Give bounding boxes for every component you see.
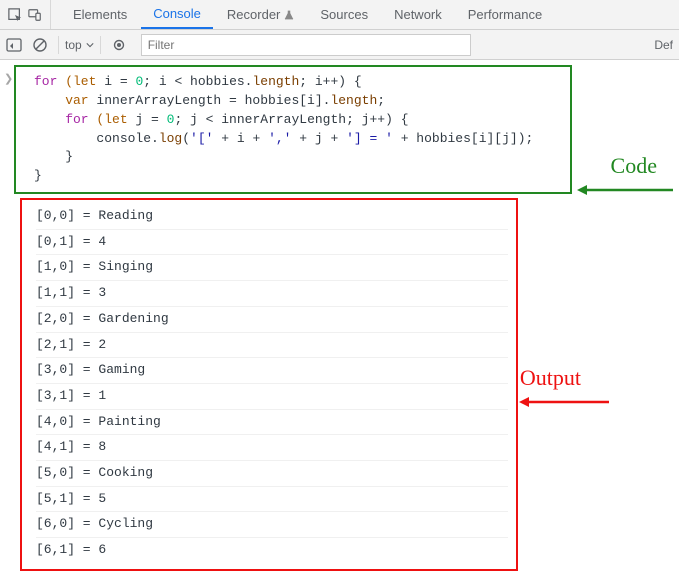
console-log-line: [6,0] = Cycling	[36, 512, 508, 538]
arrow-left-icon	[519, 395, 609, 409]
arrow-left-icon	[577, 183, 673, 197]
devtools-topbar: Elements Console Recorder Sources Networ…	[0, 0, 679, 30]
execution-context-selector[interactable]: top	[58, 36, 101, 54]
console-toolbar: top Def	[0, 30, 679, 60]
annotation-label-code: Code	[611, 153, 657, 179]
filter-input[interactable]	[148, 38, 464, 52]
console-log-line: [5,0] = Cooking	[36, 461, 508, 487]
console-log-line: [0,0] = Reading	[36, 204, 508, 230]
tab-console[interactable]: Console	[141, 0, 213, 29]
console-log-line: [2,0] = Gardening	[36, 307, 508, 333]
console-log-line: [4,1] = 8	[36, 435, 508, 461]
tab-network[interactable]: Network	[382, 0, 454, 29]
live-expression-icon[interactable]	[111, 37, 127, 53]
code-annotation-box: ❯ for (let i = 0; i < hobbies.length; i+…	[14, 65, 572, 194]
output-annotation-box: [0,0] = Reading [0,1] = 4 [1,0] = Singin…	[20, 198, 518, 571]
tab-recorder-label: Recorder	[227, 7, 280, 22]
console-log-line: [6,1] = 6	[36, 538, 508, 563]
console-log-line: [3,0] = Gaming	[36, 358, 508, 384]
tab-elements[interactable]: Elements	[61, 0, 139, 29]
inspect-tools	[4, 0, 51, 29]
console-log-line: [2,1] = 2	[36, 333, 508, 359]
tab-sources[interactable]: Sources	[308, 0, 380, 29]
device-toggle-icon[interactable]	[28, 8, 42, 22]
panel-tabs: Elements Console Recorder Sources Networ…	[61, 0, 554, 29]
annotation-label-output: Output	[520, 365, 581, 391]
inspect-element-icon[interactable]	[8, 8, 22, 22]
console-log-line: [4,0] = Painting	[36, 410, 508, 436]
console-log-line: [1,1] = 3	[36, 281, 508, 307]
clear-console-icon[interactable]	[32, 37, 48, 53]
prompt-chevron-icon: ❯	[4, 73, 13, 89]
log-levels-selector[interactable]: Def	[654, 38, 673, 52]
console-log-line: [5,1] = 5	[36, 487, 508, 513]
console-log-line: [3,1] = 1	[36, 384, 508, 410]
tab-performance[interactable]: Performance	[456, 0, 554, 29]
flask-icon	[284, 10, 294, 20]
console-log-line: [1,0] = Singing	[36, 255, 508, 281]
console-log-line: [0,1] = 4	[36, 230, 508, 256]
console-output-area: ❯ for (let i = 0; i < hobbies.length; i+…	[0, 65, 679, 571]
chevron-down-icon	[86, 41, 94, 49]
tab-recorder[interactable]: Recorder	[215, 0, 306, 29]
code-input[interactable]: for (let i = 0; i < hobbies.length; i++)…	[20, 73, 564, 186]
toggle-sidebar-icon[interactable]	[6, 37, 22, 53]
context-label: top	[65, 38, 82, 52]
filter-input-wrap	[141, 34, 471, 56]
